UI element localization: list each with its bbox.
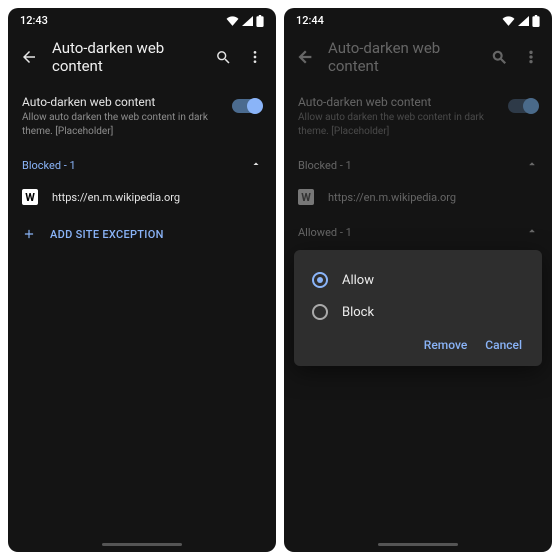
toggle-switch <box>508 99 538 113</box>
add-site-label: ADD SITE EXCEPTION <box>50 228 164 241</box>
page-title: Auto-darken web content <box>52 39 200 75</box>
status-bar: 12:43 <box>8 8 276 29</box>
battery-icon <box>256 15 264 27</box>
status-bar: 12:44 <box>284 8 552 29</box>
chevron-up-icon <box>250 158 262 173</box>
blocked-site-row: W https://en.m.wikipedia.org <box>284 179 552 215</box>
allowed-section-header: Allowed - 1 <box>284 215 552 246</box>
chevron-up-icon <box>526 225 538 240</box>
status-time: 12:43 <box>20 14 48 27</box>
wifi-icon <box>226 16 239 26</box>
nav-handle[interactable] <box>378 543 458 546</box>
search-icon[interactable] <box>214 48 232 66</box>
add-site-button[interactable]: ADD SITE EXCEPTION <box>8 215 276 253</box>
allowed-header-label: Allowed - 1 <box>298 226 352 239</box>
back-icon[interactable] <box>20 48 38 66</box>
signal-icon <box>518 16 529 26</box>
setting-subtitle: Allow auto darken the web content in dar… <box>298 111 498 138</box>
blocked-header-label: Blocked - 1 <box>298 159 352 172</box>
status-icons <box>502 15 540 27</box>
app-bar: Auto-darken web content <box>284 29 552 87</box>
wifi-icon <box>502 16 515 26</box>
blocked-site-row[interactable]: W https://en.m.wikipedia.org <box>8 179 276 215</box>
blocked-header-label: Blocked - 1 <box>22 159 76 172</box>
plus-icon <box>22 227 36 241</box>
block-option[interactable]: Block <box>300 296 536 328</box>
block-label: Block <box>342 305 374 320</box>
master-toggle-row: Auto-darken web content Allow auto darke… <box>284 87 552 148</box>
status-icons <box>226 15 264 27</box>
overflow-icon[interactable] <box>246 48 264 66</box>
nav-handle[interactable] <box>102 543 182 546</box>
blocked-section-header[interactable]: Blocked - 1 <box>8 148 276 179</box>
phone-left: 12:43 Auto-darken web content Auto-darke… <box>8 8 276 552</box>
remove-button[interactable]: Remove <box>424 338 467 352</box>
blocked-section-header: Blocked - 1 <box>284 148 552 179</box>
status-time: 12:44 <box>296 14 324 27</box>
signal-icon <box>242 16 253 26</box>
allow-label: Allow <box>342 273 374 288</box>
site-favicon: W <box>298 189 314 205</box>
site-favicon: W <box>22 189 38 205</box>
setting-title: Auto-darken web content <box>298 95 498 109</box>
battery-icon <box>532 15 540 27</box>
setting-title: Auto-darken web content <box>22 95 222 109</box>
phone-right: 12:44 Auto-darken web content Auto-darke… <box>284 8 552 552</box>
radio-unchecked-icon <box>312 304 328 320</box>
search-icon <box>490 48 508 66</box>
site-url: https://en.m.wikipedia.org <box>328 191 456 204</box>
setting-subtitle: Allow auto darken the web content in dar… <box>22 111 222 138</box>
overflow-icon <box>522 48 540 66</box>
app-bar: Auto-darken web content <box>8 29 276 87</box>
site-options-dialog: Allow Block Remove Cancel <box>294 250 542 366</box>
master-toggle-row[interactable]: Auto-darken web content Allow auto darke… <box>8 87 276 148</box>
cancel-button[interactable]: Cancel <box>485 338 522 352</box>
allow-option[interactable]: Allow <box>300 264 536 296</box>
back-icon <box>296 48 314 66</box>
site-url: https://en.m.wikipedia.org <box>52 191 180 204</box>
toggle-switch[interactable] <box>232 99 262 113</box>
page-title: Auto-darken web content <box>328 39 476 75</box>
radio-checked-icon <box>312 272 328 288</box>
chevron-up-icon <box>526 158 538 173</box>
